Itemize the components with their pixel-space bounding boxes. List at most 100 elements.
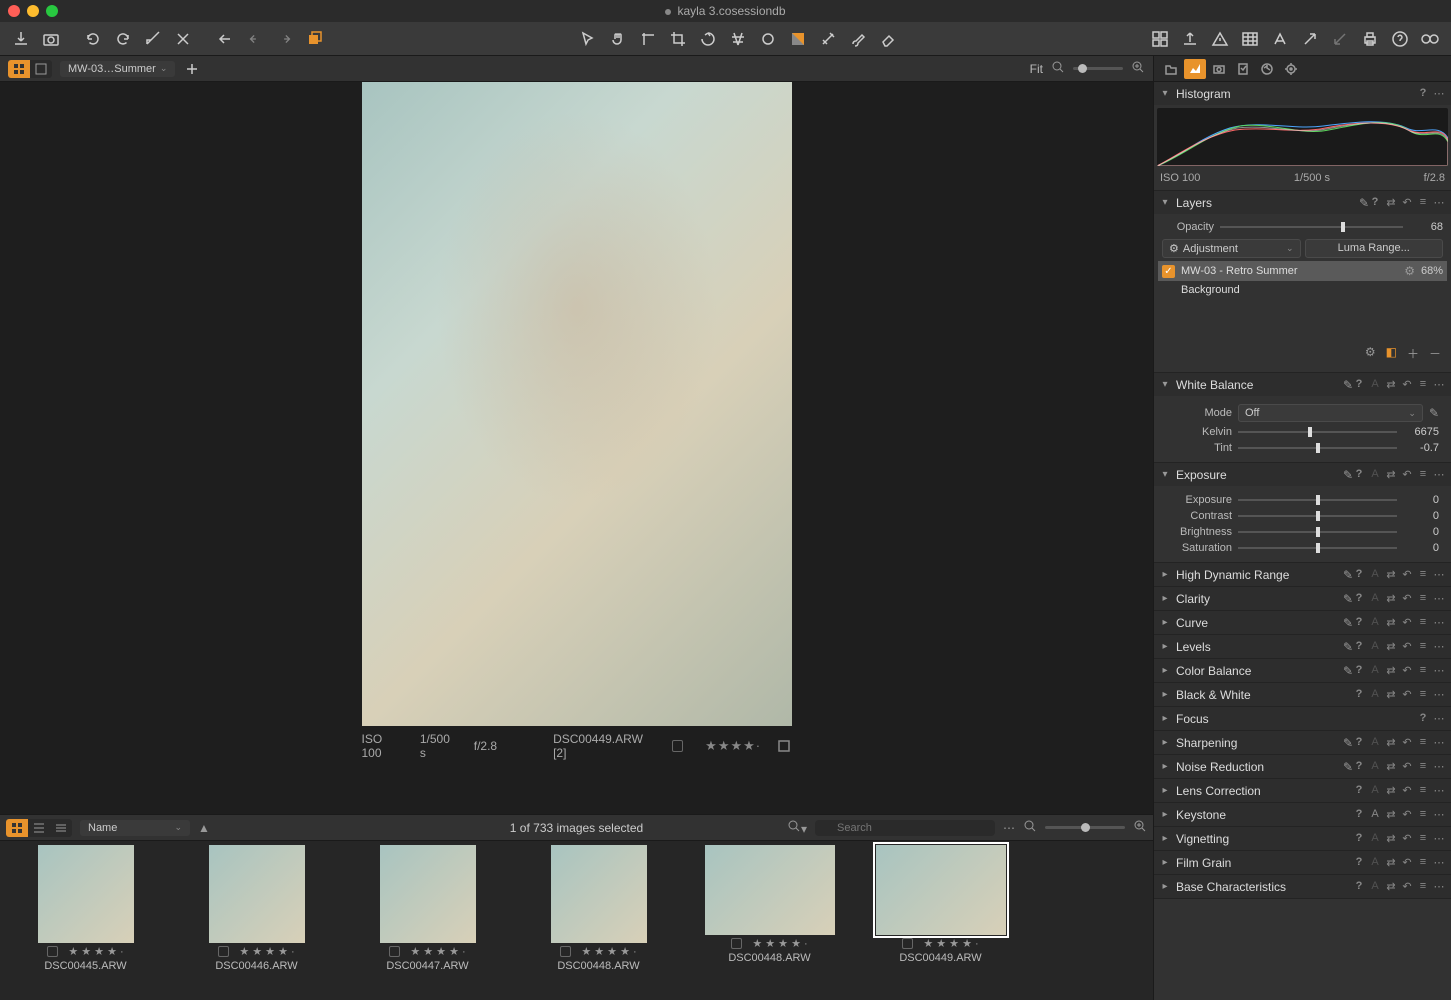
thumb-checkbox[interactable] <box>218 946 229 957</box>
copy-icon[interactable]: ⇄ <box>1385 468 1397 481</box>
thumb-checkbox[interactable] <box>560 946 571 957</box>
layer-mask-icon[interactable]: ⚙ <box>1404 264 1415 278</box>
exposure-header[interactable]: ▾ Exposure ✎ ?A⇄↶≡⋯ <box>1154 463 1451 486</box>
preset-icon[interactable]: ≡ <box>1417 640 1429 653</box>
menu-icon[interactable]: ⋯ <box>1433 664 1445 677</box>
auto-icon[interactable]: A <box>1369 856 1381 869</box>
histogram-display[interactable] <box>1157 108 1448 166</box>
reset-icon[interactable]: ↶ <box>1401 378 1413 391</box>
picker-icon[interactable]: ✎ <box>1343 736 1353 750</box>
auto-icon[interactable]: A <box>1369 378 1381 391</box>
disclosure-icon[interactable]: ▾ <box>1160 379 1170 390</box>
thumbnail[interactable]: ★ ★ ★ ★ · DSC00447.ARW <box>344 845 511 996</box>
kelvin-slider[interactable] <box>1238 431 1397 433</box>
star-5[interactable]: · <box>756 738 760 754</box>
capture-icon[interactable] <box>38 26 64 52</box>
auto-icon[interactable]: A <box>1369 568 1381 581</box>
reset-icon[interactable]: ↶ <box>1401 664 1413 677</box>
copy-icon[interactable]: ⇄ <box>1385 378 1397 391</box>
undo-step-icon[interactable] <box>242 26 268 52</box>
auto-icon[interactable]: A <box>1369 616 1381 629</box>
star-4[interactable]: ★ <box>743 738 755 754</box>
redo-step-icon[interactable] <box>272 26 298 52</box>
thumbnail[interactable]: ★ ★ ★ ★ · DSC00448.ARW <box>686 845 853 996</box>
thumbnail-image[interactable] <box>380 845 476 943</box>
disclosure-icon[interactable]: ▸ <box>1160 665 1170 676</box>
help-icon[interactable]: ? <box>1417 712 1429 725</box>
zoom-out-icon[interactable] <box>1051 60 1065 77</box>
tint-slider[interactable] <box>1238 447 1397 449</box>
cursor-icon[interactable] <box>575 26 601 52</box>
menu-icon[interactable]: ⋯ <box>1433 856 1445 869</box>
star-3[interactable]: ★ <box>730 738 742 754</box>
auto-icon[interactable]: A <box>1369 468 1381 481</box>
menu-icon[interactable]: ⋯ <box>1433 378 1445 391</box>
thumbnail-image[interactable] <box>705 845 835 935</box>
help-icon[interactable]: ? <box>1353 784 1365 797</box>
view-mode-toggle[interactable] <box>8 60 52 78</box>
picker-icon[interactable]: ✎ <box>1343 640 1353 654</box>
gradient-icon[interactable] <box>785 26 811 52</box>
copy-icon[interactable]: ⇄ <box>1385 880 1397 893</box>
help-icon[interactable]: ? <box>1353 736 1365 749</box>
thumb-checkbox[interactable] <box>389 946 400 957</box>
canvas-pick-checkbox[interactable] <box>672 740 684 752</box>
picker-icon[interactable]: ✎ <box>1343 664 1353 678</box>
preset-icon[interactable]: ≡ <box>1417 592 1429 605</box>
menu-icon[interactable]: ⋯ <box>1433 760 1445 773</box>
disclosure-icon[interactable]: ▾ <box>1160 469 1170 480</box>
menu-icon[interactable]: ⋯ <box>1433 784 1445 797</box>
copy-icon[interactable]: ⇄ <box>1385 592 1397 605</box>
redo-icon[interactable] <box>110 26 136 52</box>
background-layer[interactable]: Background <box>1158 281 1447 299</box>
picker-icon[interactable]: ✎ <box>1343 616 1353 630</box>
hdr-header[interactable]: ▸ High Dynamic Range ✎ ?A⇄↶≡⋯ <box>1154 563 1451 586</box>
reset-icon[interactable]: ↶ <box>1401 856 1413 869</box>
luma-range-button[interactable]: Luma Range... <box>1305 239 1444 258</box>
reset-icon[interactable]: ↶ <box>1401 468 1413 481</box>
preset-icon[interactable]: ≡ <box>1417 196 1429 209</box>
grain-header[interactable]: ▸ Film Grain ?A⇄↶≡⋯ <box>1154 851 1451 874</box>
bw-header[interactable]: ▸ Black & White ?A⇄↶≡⋯ <box>1154 683 1451 706</box>
menu-icon[interactable]: ⋯ <box>1433 712 1445 725</box>
thumbnail-image[interactable] <box>209 845 305 943</box>
copy-icon[interactable]: ⇄ <box>1385 736 1397 749</box>
grid-view-icon[interactable] <box>1147 26 1173 52</box>
star-1[interactable]: ★ <box>705 738 717 754</box>
auto-icon[interactable]: A <box>1369 880 1381 893</box>
focus-header[interactable]: ▸ Focus ?⋯ <box>1154 707 1451 730</box>
menu-icon[interactable]: ⋯ <box>1433 87 1445 100</box>
disclosure-icon[interactable]: ▸ <box>1160 785 1170 796</box>
output-tab-icon[interactable] <box>1256 59 1278 79</box>
preset-icon[interactable]: ≡ <box>1417 688 1429 701</box>
menu-icon[interactable]: ⋯ <box>1433 688 1445 701</box>
layer-item[interactable]: ✓ MW-03 - Retro Summer ⚙ 68% <box>1158 261 1447 281</box>
star-2[interactable]: ★ <box>718 738 730 754</box>
disclosure-icon[interactable]: ▸ <box>1160 689 1170 700</box>
search-menu-icon[interactable]: ▾ <box>787 819 807 836</box>
capture-tab-icon[interactable] <box>1208 59 1230 79</box>
heal-icon[interactable] <box>815 26 841 52</box>
reset-icon[interactable]: ↶ <box>1401 808 1413 821</box>
layer-color-icon[interactable]: ◧ <box>1386 345 1397 362</box>
collapse-icon[interactable] <box>1327 26 1353 52</box>
menu-icon[interactable]: ⋯ <box>1433 196 1445 209</box>
auto-icon[interactable]: A <box>1369 688 1381 701</box>
layers-header[interactable]: ▾ Layers ✎ ?⇄↶≡⋯ <box>1154 191 1451 214</box>
reset-icon[interactable]: ↶ <box>1401 640 1413 653</box>
preset-icon[interactable]: ≡ <box>1417 468 1429 481</box>
exposure-slider[interactable] <box>1238 499 1397 501</box>
help-icon[interactable] <box>1387 26 1413 52</box>
copy-icon[interactable]: ⇄ <box>1385 808 1397 821</box>
search-input[interactable] <box>815 820 995 836</box>
copy-adjustments-icon[interactable] <box>302 26 328 52</box>
undo-arrow-icon[interactable] <box>212 26 238 52</box>
disclosure-icon[interactable]: ▸ <box>1160 857 1170 868</box>
delete-icon[interactable] <box>170 26 196 52</box>
disclosure-icon[interactable]: ▸ <box>1160 737 1170 748</box>
hand-icon[interactable] <box>605 26 631 52</box>
auto-icon[interactable]: A <box>1369 784 1381 797</box>
disclosure-icon[interactable]: ▸ <box>1160 569 1170 580</box>
rotate-icon[interactable] <box>695 26 721 52</box>
thumbnail[interactable]: ★ ★ ★ ★ · DSC00448.ARW <box>515 845 682 996</box>
